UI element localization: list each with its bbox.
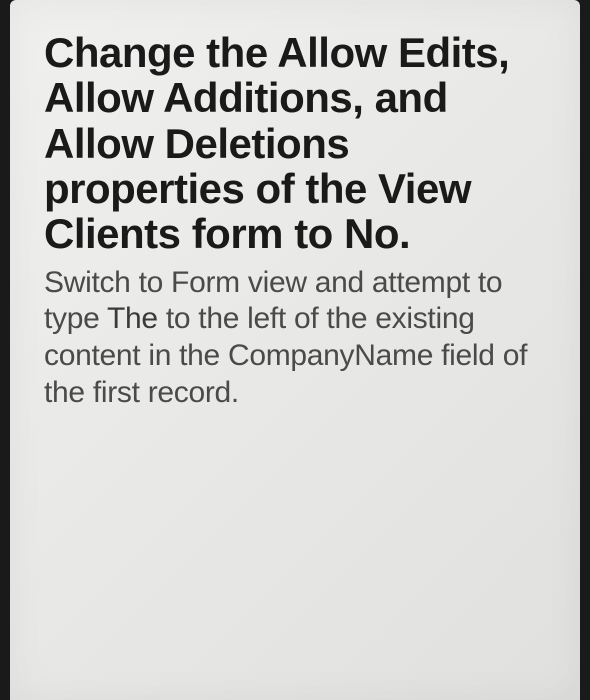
instruction-card: Change the Allow Edits, Allow Additions,… <box>10 0 580 700</box>
body-keyword: The <box>107 302 158 335</box>
instruction-heading: Change the Allow Edits, Allow Additions,… <box>44 30 552 257</box>
instruction-body: Switch to Form view and attempt to type … <box>44 265 552 411</box>
